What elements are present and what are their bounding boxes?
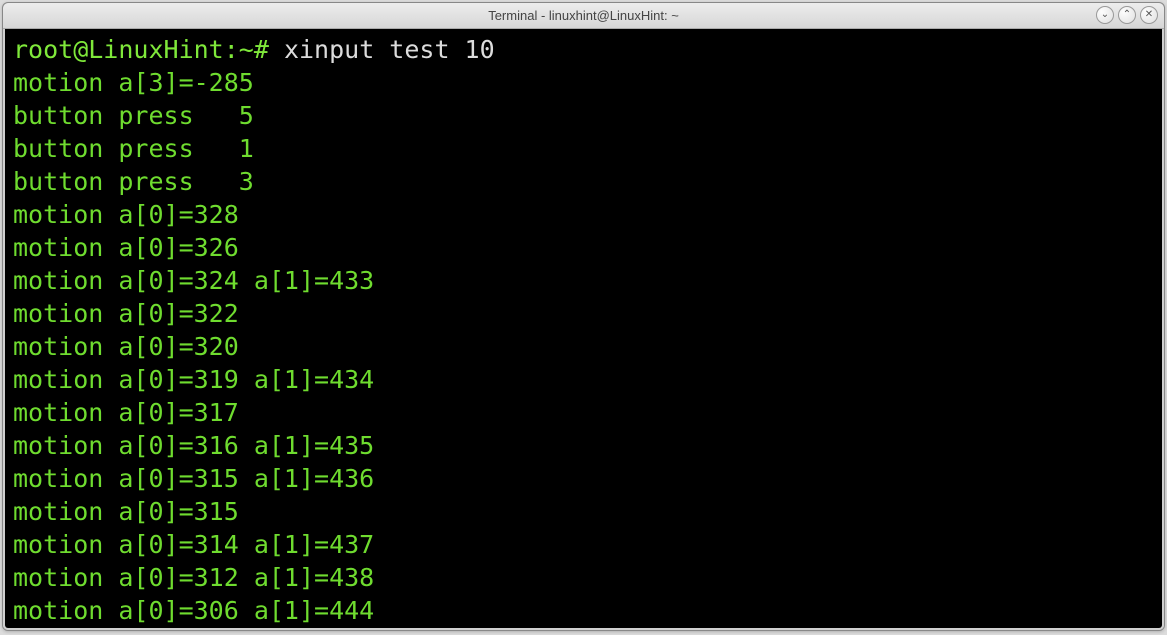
output-line: motion a[0]=314 a[1]=437 — [13, 528, 1154, 561]
window-title: Terminal - linuxhint@LinuxHint: ~ — [3, 8, 1164, 23]
minimize-button[interactable]: ⌄ — [1096, 6, 1114, 24]
output-line: motion a[0]=326 — [13, 231, 1154, 264]
output-line: motion a[0]=320 — [13, 330, 1154, 363]
shell-prompt: root@LinuxHint:~# — [13, 35, 284, 64]
command-text: xinput test 10 — [284, 35, 495, 64]
prompt-line: root@LinuxHint:~# xinput test 10 — [13, 33, 1154, 66]
maximize-button[interactable]: ⌃ — [1118, 6, 1136, 24]
output-line: motion a[0]=328 — [13, 198, 1154, 231]
titlebar[interactable]: Terminal - linuxhint@LinuxHint: ~ ⌄ ⌃ ✕ — [3, 3, 1164, 29]
output-line: motion a[3]=-285 — [13, 66, 1154, 99]
output-line: button press 1 — [13, 132, 1154, 165]
terminal-body[interactable]: root@LinuxHint:~# xinput test 10 motion … — [3, 29, 1164, 630]
output-line: motion a[0]=316 a[1]=435 — [13, 429, 1154, 462]
output-line: motion a[0]=306 a[1]=444 — [13, 594, 1154, 627]
output-line: motion a[0]=312 a[1]=438 — [13, 561, 1154, 594]
close-button[interactable]: ✕ — [1140, 6, 1158, 24]
output-line: motion a[0]=322 — [13, 297, 1154, 330]
window-controls: ⌄ ⌃ ✕ — [1096, 6, 1158, 24]
output-line: motion a[0]=324 a[1]=433 — [13, 264, 1154, 297]
terminal-window: Terminal - linuxhint@LinuxHint: ~ ⌄ ⌃ ✕ … — [2, 2, 1165, 631]
output-line: motion a[0]=317 — [13, 396, 1154, 429]
output-line: motion a[0]=315 — [13, 495, 1154, 528]
output-line: motion a[0]=319 a[1]=434 — [13, 363, 1154, 396]
output-line: button press 3 — [13, 165, 1154, 198]
terminal-output: motion a[3]=-285button press 5button pre… — [13, 66, 1154, 627]
output-line: motion a[0]=315 a[1]=436 — [13, 462, 1154, 495]
output-line: button press 5 — [13, 99, 1154, 132]
